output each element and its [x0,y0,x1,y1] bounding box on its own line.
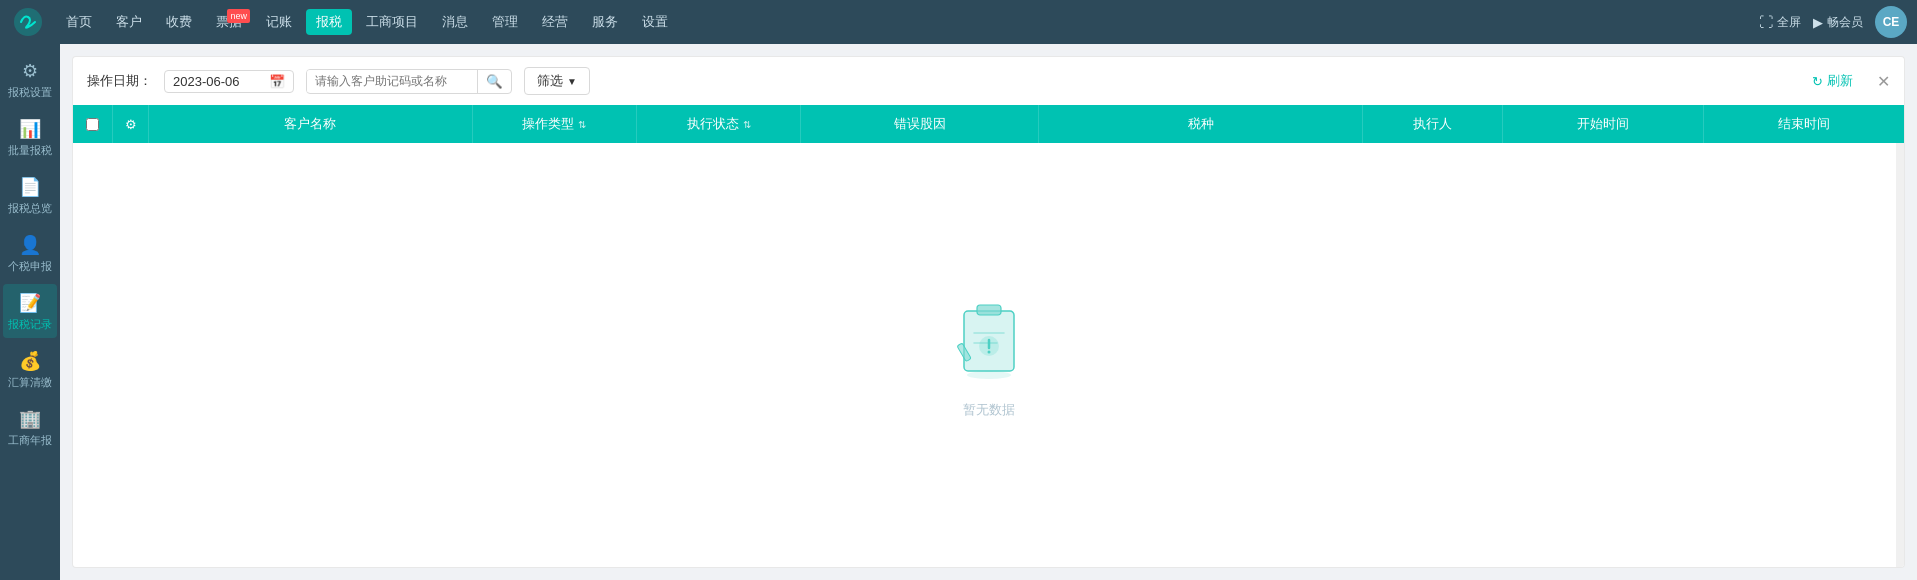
tax-settings-icon: ⚙ [19,60,41,82]
th-executor: 执行人 [1363,105,1503,143]
empty-text: 暂无数据 [963,401,1015,419]
svg-point-9 [987,351,990,354]
nav-business[interactable]: 工商项目 [356,9,428,35]
sidebar: ⚙ 报税设置 📊 批量报税 📄 报税总览 👤 个税申报 📝 报税记录 💰 汇算清… [0,44,60,580]
svg-point-0 [14,8,42,36]
nav-manage[interactable]: 管理 [482,9,528,35]
nav-home[interactable]: 首页 [56,9,102,35]
nav-fee[interactable]: 收费 [156,9,202,35]
batch-tax-icon: 📊 [19,118,41,140]
empty-state: 暂无数据 [939,291,1039,419]
sidebar-item-batch-tax[interactable]: 📊 批量报税 [3,110,57,164]
table-body: 暂无数据 [73,143,1904,567]
search-input[interactable] [307,70,477,92]
th-name: 客户名称 [149,105,473,143]
date-picker[interactable]: 📅 [164,70,294,93]
fullscreen-button[interactable]: ⛶ 全屏 [1759,14,1801,31]
close-button[interactable]: ✕ [1877,72,1890,91]
select-all-checkbox[interactable] [86,118,99,131]
top-nav-right: ⛶ 全屏 ▶ 畅会员 CE [1759,6,1907,38]
main-layout: ⚙ 报税设置 📊 批量报税 📄 报税总览 👤 个税申报 📝 报税记录 💰 汇算清… [0,44,1917,580]
sort-icon-type[interactable]: ⇅ [578,119,586,130]
th-error: 错误股因 [801,105,1039,143]
th-type: 操作类型 ⇅ [473,105,637,143]
th-start: 开始时间 [1503,105,1704,143]
avatar[interactable]: CE [1875,6,1907,38]
personal-tax-icon: 👤 [19,234,41,256]
th-gear[interactable]: ⚙ [113,105,149,143]
calendar-icon: 📅 [269,74,285,89]
search-wrap: 🔍 [306,69,512,94]
sort-icon-status[interactable]: ⇅ [743,119,751,130]
new-badge: new [227,9,250,23]
date-label: 操作日期： [87,72,152,90]
table-header: ⚙ 客户名称 操作类型 ⇅ 执行状态 ⇅ 错误股因 税种 [73,105,1904,143]
fullscreen-icon: ⛶ [1759,14,1773,30]
svg-rect-3 [977,305,1001,315]
search-button[interactable]: 🔍 [477,70,511,93]
sidebar-item-personal-tax[interactable]: 👤 个税申报 [3,226,57,280]
filter-button[interactable]: 筛选 ▼ [524,67,590,95]
logo[interactable] [10,4,46,40]
filter-bar: 操作日期： 📅 🔍 筛选 ▼ ↻ 刷新 ✕ [72,56,1905,105]
refresh-icon: ↻ [1812,74,1823,89]
nav-items: 首页 客户 收费 票据 new 记账 报税 工商项目 消息 管理 经营 服务 设… [56,9,1759,35]
content-area: 操作日期： 📅 🔍 筛选 ▼ ↻ 刷新 ✕ [60,44,1917,580]
gear-icon: ⚙ [125,117,137,132]
scrollbar[interactable] [1896,143,1904,567]
empty-illustration [939,291,1039,391]
svg-point-12 [967,371,1011,379]
tax-records-icon: 📝 [19,292,41,314]
member-icon: ▶ [1813,15,1823,30]
refresh-button[interactable]: ↻ 刷新 [1812,72,1853,90]
sidebar-item-annual-report[interactable]: 🏢 工商年报 [3,400,57,454]
nav-settings[interactable]: 设置 [632,9,678,35]
top-nav: 首页 客户 收费 票据 new 记账 报税 工商项目 消息 管理 经营 服务 设… [0,0,1917,44]
sidebar-item-tax-overview[interactable]: 📄 报税总览 [3,168,57,222]
chevron-down-icon: ▼ [567,76,577,87]
settlement-icon: 💰 [19,350,41,372]
sidebar-item-settlement[interactable]: 💰 汇算清缴 [3,342,57,396]
search-icon: 🔍 [486,74,503,89]
nav-bookkeeping[interactable]: 记账 [256,9,302,35]
th-end: 结束时间 [1704,105,1904,143]
nav-operation[interactable]: 经营 [532,9,578,35]
th-checkbox[interactable] [73,105,113,143]
nav-message[interactable]: 消息 [432,9,478,35]
table-wrap: ⚙ 客户名称 操作类型 ⇅ 执行状态 ⇅ 错误股因 税种 [72,105,1905,568]
nav-client[interactable]: 客户 [106,9,152,35]
nav-service[interactable]: 服务 [582,9,628,35]
nav-tax[interactable]: 报税 [306,9,352,35]
sidebar-item-tax-records[interactable]: 📝 报税记录 [3,284,57,338]
nav-invoice[interactable]: 票据 new [206,9,252,35]
filter-label-text: 筛选 [537,72,563,90]
annual-report-icon: 🏢 [19,408,41,430]
th-tax: 税种 [1039,105,1363,143]
date-input[interactable] [173,74,263,89]
th-status: 执行状态 ⇅ [637,105,801,143]
member-button[interactable]: ▶ 畅会员 [1813,14,1863,31]
sidebar-item-tax-settings[interactable]: ⚙ 报税设置 [3,52,57,106]
tax-overview-icon: 📄 [19,176,41,198]
